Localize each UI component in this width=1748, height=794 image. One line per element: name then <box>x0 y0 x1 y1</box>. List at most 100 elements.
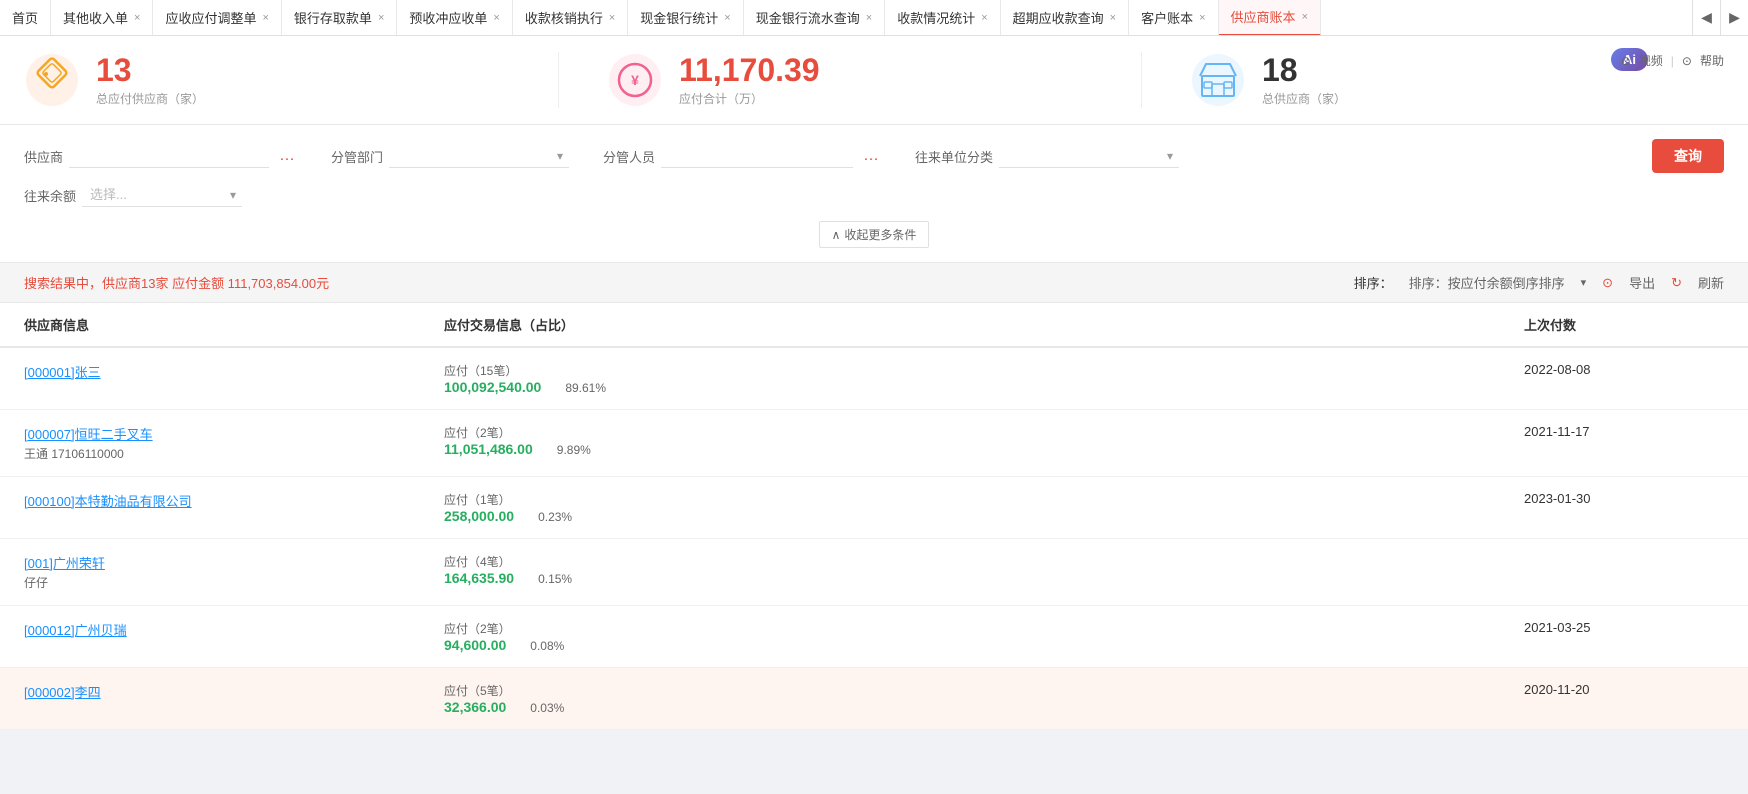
row-2-trans-amount[interactable]: 258,000.00 <box>444 508 514 524</box>
row-0-supplier-link[interactable]: [000001]张三 <box>24 362 444 381</box>
nav-tab-1-close[interactable]: × <box>134 12 140 24</box>
row-4-supplier-link[interactable]: [000012]广州贝瑞 <box>24 620 444 639</box>
row-0-supplier-col: [000001]张三 <box>24 362 444 381</box>
row-1-trans-amount[interactable]: 11,051,486.00 <box>444 441 533 457</box>
nav-tab-5[interactable]: 收款核销执行 × <box>513 0 628 36</box>
row-4-trans-row: 94,600.00 0.08% <box>444 637 1524 653</box>
filter-row-1: 供应商 … 分管部门 分管人员 … 往来单位分类 <box>24 139 1724 173</box>
table-row: [000007]恒旺二手叉车 王通 17106110000 应付（2笔） 11,… <box>0 410 1748 477</box>
stat-icon-3 <box>1190 52 1246 108</box>
collapse-button[interactable]: ∧ 收起更多条件 <box>819 221 930 248</box>
nav-tab-8[interactable]: 收款情况统计 × <box>885 0 1000 36</box>
collapse-wrapper: ∧ 收起更多条件 <box>24 217 1724 252</box>
col-header-transaction: 应付交易信息（占比） <box>444 315 1524 334</box>
row-4-trans-amount[interactable]: 94,600.00 <box>444 637 506 653</box>
stat-label-3: 总供应商（家） <box>1262 90 1346 107</box>
department-select-wrapper <box>389 144 569 168</box>
nav-tab-7-label: 现金银行流水查询 <box>756 8 860 27</box>
nav-arrow-left[interactable]: ◀ <box>1692 0 1720 36</box>
department-select[interactable] <box>389 144 569 168</box>
nav-tab-9[interactable]: 超期应收款查询 × <box>1001 0 1129 36</box>
col-header-supplier: 供应商信息 <box>24 315 444 334</box>
nav-arrow-right[interactable]: ▶ <box>1720 0 1748 36</box>
nav-tab-7[interactable]: 现金银行流水查询 × <box>744 0 885 36</box>
nav-tab-home[interactable]: 首页 <box>0 0 51 36</box>
nav-tab-4-close[interactable]: × <box>493 12 499 24</box>
row-2-lastpay-col: 2023-01-30 <box>1524 491 1724 506</box>
person-input[interactable] <box>661 144 853 168</box>
nav-tab-1-label: 其他收入单 <box>63 8 128 27</box>
nav-tab-3-close[interactable]: × <box>378 12 384 24</box>
nav-tab-8-close[interactable]: × <box>981 12 987 24</box>
nav-tab-6-close[interactable]: × <box>724 12 730 24</box>
row-1-trans-row: 11,051,486.00 9.89% <box>444 441 1524 457</box>
nav-tab-4-label: 预收冲应收单 <box>409 8 487 27</box>
row-5-trans-label: 应付（5笔） <box>444 682 1524 699</box>
nav-tab-10[interactable]: 客户账本 × <box>1129 0 1218 36</box>
row-0-trans-label: 应付（15笔） <box>444 362 1524 379</box>
svg-text:¥: ¥ <box>631 72 639 88</box>
category-select[interactable] <box>999 144 1179 168</box>
row-5-supplier-link[interactable]: [000002]李四 <box>24 682 444 701</box>
nav-tab-11[interactable]: 供应商账本 × <box>1219 0 1321 36</box>
filter-area: 供应商 … 分管部门 分管人员 … 往来单位分类 <box>0 125 1748 263</box>
supplier-input[interactable] <box>69 144 269 168</box>
sort-select[interactable]: 排序：按应付余额倒序排序 <box>1409 273 1565 292</box>
row-5-trans-pct: 0.03% <box>530 701 564 715</box>
nav-tab-2-close[interactable]: × <box>262 12 268 24</box>
row-1-lastpay-date: 2021-11-17 <box>1524 424 1590 439</box>
row-3-supplier-link[interactable]: [001]广州荣轩 <box>24 553 444 572</box>
nav-tab-6[interactable]: 现金银行统计 × <box>628 0 743 36</box>
nav-tab-5-close[interactable]: × <box>609 12 615 24</box>
row-2-transaction-col: 应付（1笔） 258,000.00 0.23% <box>444 491 1524 524</box>
stats-bar: 13 总应付供应商（家） ¥ 11,170.39 应付合计（万） <box>0 36 1748 125</box>
nav-tab-4[interactable]: 预收冲应收单 × <box>397 0 512 36</box>
row-1-lastpay-col: 2021-11-17 <box>1524 424 1724 439</box>
row-3-trans-amount[interactable]: 164,635.90 <box>444 570 514 586</box>
nav-tab-1[interactable]: 其他收入单 × <box>51 0 153 36</box>
row-1-supplier-col: [000007]恒旺二手叉车 王通 17106110000 <box>24 424 444 462</box>
row-1-supplier-link[interactable]: [000007]恒旺二手叉车 <box>24 424 444 443</box>
row-3-supplier-col: [001]广州荣轩 仔仔 <box>24 553 444 591</box>
table-header: 供应商信息 应付交易信息（占比） 上次付数 <box>0 303 1748 348</box>
export-icon: ⊙ <box>1602 275 1613 291</box>
row-3-transaction-col: 应付（4笔） 164,635.90 0.15% <box>444 553 1524 586</box>
balance-select[interactable]: 选择... <box>82 183 242 207</box>
top-right-links: ⊙ 视频 | ⊙ 帮助 <box>1621 52 1724 69</box>
collapse-icon: ∧ <box>832 228 841 242</box>
nav-tab-7-close[interactable]: × <box>866 12 872 24</box>
result-actions: 排序： 排序：按应付余额倒序排序 ▾ ⊙ 导出 ↻ 刷新 <box>1354 273 1724 292</box>
row-0-lastpay-date: 2022-08-08 <box>1524 362 1591 377</box>
supplier-dots-btn[interactable]: … <box>279 147 297 165</box>
row-4-lastpay-date: 2021-03-25 <box>1524 620 1591 635</box>
nav-tab-3[interactable]: 银行存取款单 × <box>282 0 397 36</box>
help-link[interactable]: 帮助 <box>1700 52 1724 69</box>
stat-payable-suppliers: 13 总应付供应商（家） <box>24 52 558 108</box>
row-1-trans-label: 应付（2笔） <box>444 424 1524 441</box>
refresh-button[interactable]: 刷新 <box>1698 273 1724 292</box>
export-button[interactable]: 导出 <box>1629 273 1655 292</box>
query-button[interactable]: 查询 <box>1652 139 1724 173</box>
department-label: 分管部门 <box>331 147 383 166</box>
row-4-transaction-col: 应付（2笔） 94,600.00 0.08% <box>444 620 1524 653</box>
nav-tab-10-close[interactable]: × <box>1199 12 1205 24</box>
row-0-trans-amount[interactable]: 100,092,540.00 <box>444 379 541 395</box>
row-5-lastpay-col: 2020-11-20 <box>1524 682 1724 697</box>
video-link[interactable]: 视频 <box>1639 52 1663 69</box>
nav-tab-9-close[interactable]: × <box>1110 12 1116 24</box>
row-4-supplier-col: [000012]广州贝瑞 <box>24 620 444 639</box>
row-3-trans-label: 应付（4笔） <box>444 553 1524 570</box>
filter-category: 往来单位分类 <box>915 144 1179 168</box>
stat-content-2: 11,170.39 应付合计（万） <box>679 53 820 107</box>
table-row: [000002]李四 应付（5笔） 32,366.00 0.03% 2020-1… <box>0 668 1748 730</box>
filter-balance: 往来余额 选择... <box>24 183 242 207</box>
nav-tab-2[interactable]: 应收应付调整单 × <box>153 0 281 36</box>
table-row: [000100]本特勤油品有限公司 应付（1笔） 258,000.00 0.23… <box>0 477 1748 539</box>
nav-tab-8-label: 收款情况统计 <box>897 8 975 27</box>
row-5-trans-amount[interactable]: 32,366.00 <box>444 699 506 715</box>
row-2-supplier-link[interactable]: [000100]本特勤油品有限公司 <box>24 491 444 510</box>
row-0-transaction-col: 应付（15笔） 100,092,540.00 89.61% <box>444 362 1524 395</box>
sort-icon: ▾ <box>1581 276 1587 289</box>
person-dots-btn[interactable]: … <box>863 147 881 165</box>
nav-tab-11-close[interactable]: × <box>1302 11 1308 23</box>
